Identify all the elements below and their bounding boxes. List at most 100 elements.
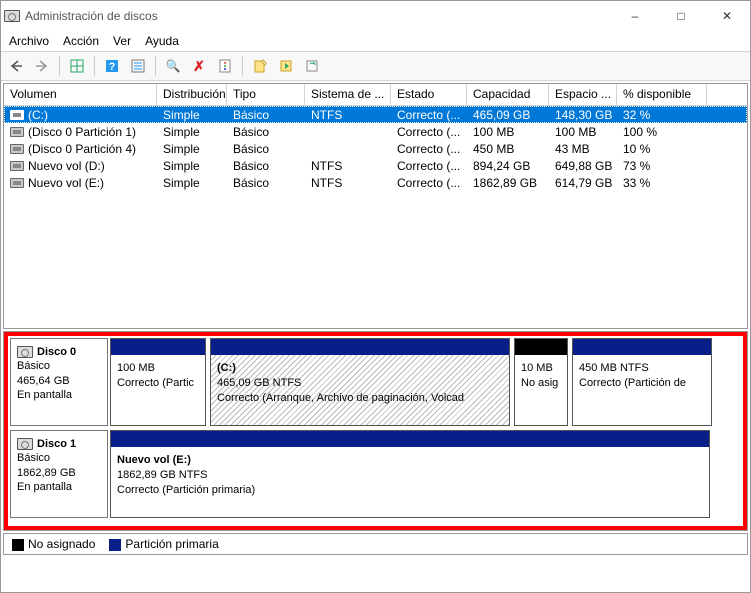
partition-color-bar: [111, 431, 709, 447]
new-icon[interactable]: [249, 55, 271, 77]
minimize-button[interactable]: –: [612, 1, 658, 31]
menu-ayuda[interactable]: Ayuda: [145, 34, 179, 48]
partition-body: (C:)465,09 GB NTFSCorrecto (Arranque, Ar…: [211, 355, 509, 425]
cell-fs: NTFS: [305, 108, 391, 122]
col-disponible[interactable]: % disponible: [617, 84, 707, 105]
partition-label: Nuevo vol (E:): [117, 453, 703, 468]
partition-body: 10 MBNo asig: [515, 355, 567, 425]
cell-type: Básico: [227, 176, 305, 190]
cell-pct: 100 %: [617, 125, 707, 139]
col-tipo[interactable]: Tipo: [227, 84, 305, 105]
partition-color-bar: [111, 339, 205, 355]
cell-pct: 73 %: [617, 159, 707, 173]
partition-color-bar: [211, 339, 509, 355]
legend: No asignado Partición primaria: [3, 533, 748, 555]
volume-row[interactable]: (Disco 0 Partición 1)SimpleBásicoCorrect…: [4, 123, 747, 140]
close-button[interactable]: ✕: [704, 1, 750, 31]
refresh-icon[interactable]: [301, 55, 323, 77]
cell-name: (Disco 0 Partición 4): [4, 142, 157, 156]
partition-status: Correcto (Partic: [117, 376, 199, 391]
partition-status: Correcto (Partición de: [579, 376, 705, 391]
disk-size: 465,64 GB: [17, 374, 101, 388]
hdd-icon: [17, 438, 33, 450]
disk-info[interactable]: Disco 0Básico465,64 GBEn pantalla: [10, 338, 108, 426]
partition-size: 100 MB: [117, 361, 199, 376]
disk-type: Básico: [17, 359, 101, 373]
cell-pct: 33 %: [617, 176, 707, 190]
volume-icon: [10, 178, 24, 188]
cell-cap: 100 MB: [467, 125, 549, 139]
partition[interactable]: 450 MB NTFSCorrecto (Partición de: [572, 338, 712, 426]
grid-icon[interactable]: [66, 55, 88, 77]
partition-size: 465,09 GB NTFS: [217, 376, 503, 391]
partition-size: 10 MB: [521, 361, 561, 376]
disk-map-pane[interactable]: Disco 0Básico465,64 GBEn pantalla100 MBC…: [3, 331, 748, 531]
menu-archivo[interactable]: Archivo: [9, 34, 49, 48]
partition[interactable]: (C:)465,09 GB NTFSCorrecto (Arranque, Ar…: [210, 338, 510, 426]
app-icon: [1, 10, 23, 22]
volume-list[interactable]: Volumen Distribución Tipo Sistema de ...…: [3, 83, 748, 329]
cell-name: (Disco 0 Partición 1): [4, 125, 157, 139]
legend-primary: Partición primaria: [109, 537, 218, 551]
col-estado[interactable]: Estado: [391, 84, 467, 105]
cell-state: Correcto (...: [391, 108, 467, 122]
partition-size: 450 MB NTFS: [579, 361, 705, 376]
disk-info[interactable]: Disco 1Básico1862,89 GBEn pantalla: [10, 430, 108, 518]
volume-icon: [10, 110, 24, 120]
forward-icon[interactable]: [31, 55, 53, 77]
delete-icon[interactable]: ✗: [188, 55, 210, 77]
cell-free: 649,88 GB: [549, 159, 617, 173]
disk-row: Disco 0Básico465,64 GBEn pantalla100 MBC…: [8, 336, 743, 428]
col-sistema[interactable]: Sistema de ...: [305, 84, 391, 105]
partition[interactable]: Nuevo vol (E:)1862,89 GB NTFSCorrecto (P…: [110, 430, 710, 518]
cell-dist: Simple: [157, 159, 227, 173]
disk-status: En pantalla: [17, 388, 101, 402]
cell-state: Correcto (...: [391, 159, 467, 173]
back-icon[interactable]: [5, 55, 27, 77]
volume-row[interactable]: (Disco 0 Partición 4)SimpleBásicoCorrect…: [4, 140, 747, 157]
search-icon[interactable]: 🔍: [162, 55, 184, 77]
volume-row[interactable]: Nuevo vol (E:)SimpleBásicoNTFSCorrecto (…: [4, 174, 747, 191]
toolbar: ? 🔍 ✗: [1, 51, 750, 81]
cell-pct: 10 %: [617, 142, 707, 156]
partition-body: Nuevo vol (E:)1862,89 GB NTFSCorrecto (P…: [111, 447, 709, 517]
properties-icon[interactable]: [214, 55, 236, 77]
disk-status: En pantalla: [17, 480, 101, 494]
maximize-button[interactable]: □: [658, 1, 704, 31]
cell-state: Correcto (...: [391, 176, 467, 190]
cell-free: 100 MB: [549, 125, 617, 139]
cell-free: 614,79 GB: [549, 176, 617, 190]
partition-label: (C:): [217, 361, 503, 376]
menu-accion[interactable]: Acción: [63, 34, 99, 48]
menu-ver[interactable]: Ver: [113, 34, 131, 48]
col-distribucion[interactable]: Distribución: [157, 84, 227, 105]
volume-row[interactable]: (C:)SimpleBásicoNTFSCorrecto (...465,09 …: [4, 106, 747, 123]
help-icon[interactable]: ?: [101, 55, 123, 77]
cell-fs: NTFS: [305, 176, 391, 190]
cell-free: 148,30 GB: [549, 108, 617, 122]
cell-type: Básico: [227, 108, 305, 122]
cell-name: Nuevo vol (E:): [4, 176, 157, 190]
disk-row: Disco 1Básico1862,89 GBEn pantallaNuevo …: [8, 428, 743, 520]
column-headers: Volumen Distribución Tipo Sistema de ...…: [4, 84, 747, 106]
volume-row[interactable]: Nuevo vol (D:)SimpleBásicoNTFSCorrecto (…: [4, 157, 747, 174]
cell-type: Básico: [227, 159, 305, 173]
cell-type: Básico: [227, 142, 305, 156]
cell-fs: NTFS: [305, 159, 391, 173]
col-capacidad[interactable]: Capacidad: [467, 84, 549, 105]
list-icon[interactable]: [127, 55, 149, 77]
col-espacio[interactable]: Espacio ...: [549, 84, 617, 105]
cell-type: Básico: [227, 125, 305, 139]
cell-cap: 450 MB: [467, 142, 549, 156]
cell-name: Nuevo vol (D:): [4, 159, 157, 173]
col-volumen[interactable]: Volumen: [4, 84, 157, 105]
cell-name: (C:): [4, 108, 157, 122]
cell-cap: 465,09 GB: [467, 108, 549, 122]
cell-state: Correcto (...: [391, 125, 467, 139]
action-icon[interactable]: [275, 55, 297, 77]
volume-icon: [10, 127, 24, 137]
cell-state: Correcto (...: [391, 142, 467, 156]
partition[interactable]: 100 MBCorrecto (Partic: [110, 338, 206, 426]
partition-status: Correcto (Partición primaria): [117, 483, 703, 498]
partition[interactable]: 10 MBNo asig: [514, 338, 568, 426]
